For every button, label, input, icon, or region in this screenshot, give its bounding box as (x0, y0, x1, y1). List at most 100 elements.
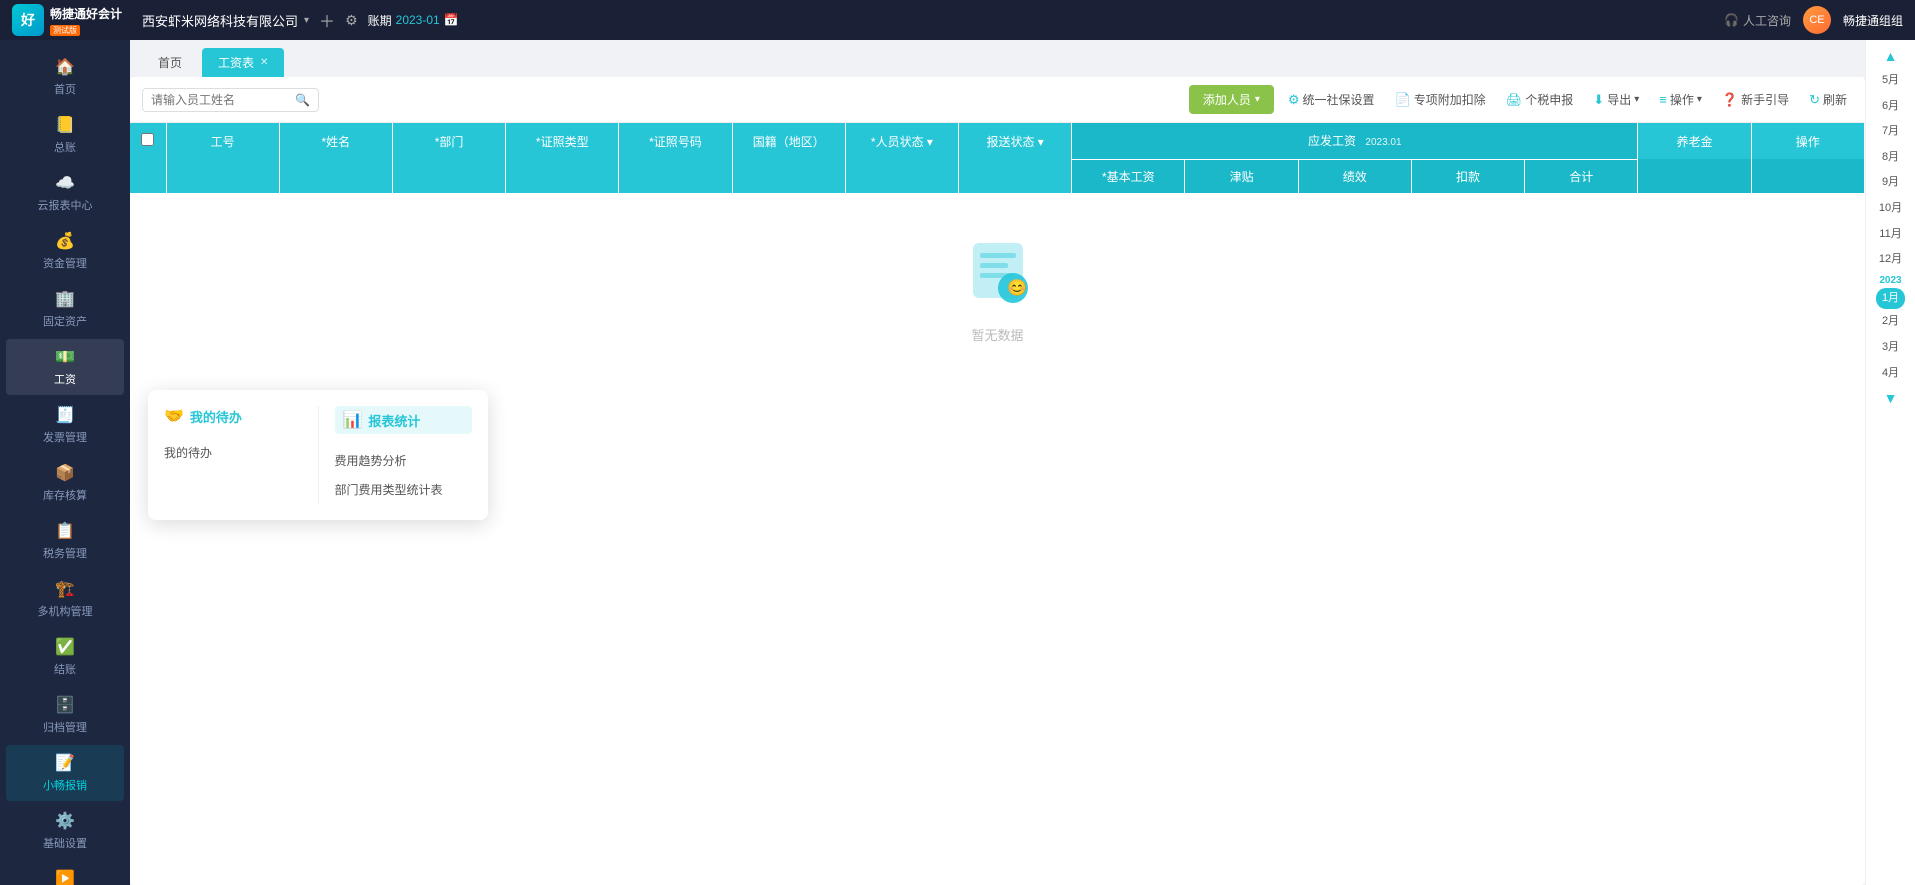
sidebar: 🏠 首页 📒 总账 ☁️ 云报表中心 💰 资金管理 🏢 固定资产 💵 工资 (0, 40, 130, 885)
sidebar-item-new-guide[interactable]: ▶️ 新手引导 (6, 861, 124, 885)
refresh-button[interactable]: ↻ 刷新 (1803, 87, 1853, 112)
dropdown-item-todo[interactable]: 我的待办 (164, 438, 302, 467)
settlement-icon: ✅ (55, 637, 75, 657)
tab-salary[interactable]: 工资表 ✕ (202, 48, 284, 77)
add-person-button[interactable]: 添加人员 ▾ (1189, 85, 1274, 114)
sidebar-item-fund[interactable]: 💰 资金管理 (6, 223, 124, 279)
timeline-month-9[interactable]: 9月 (1880, 170, 1901, 196)
timeline-month-4[interactable]: 4月 (1880, 361, 1901, 387)
sidebar-item-tax[interactable]: 📋 税务管理 (6, 513, 124, 569)
th-operation: 操作 (1751, 123, 1864, 159)
sidebar-item-settlement[interactable]: ✅ 结账 (6, 629, 124, 685)
operation-icon: ≡ (1659, 92, 1667, 107)
th-sub-empty-check (130, 159, 166, 193)
dropdown-col-2: 📊 报表统计 费用趋势分析 部门费用类型统计表 (335, 406, 473, 504)
timeline-panel: ▲ 5月 6月 7月 8月 9月 10月 11月 12月 2023 1月 2月 … (1865, 40, 1915, 885)
select-all-checkbox[interactable] (141, 133, 154, 146)
settings-icon[interactable]: ⚙ (345, 12, 358, 29)
headset-icon: 🎧 (1724, 13, 1739, 27)
sidebar-item-multi-org[interactable]: 🏗️ 多机构管理 (6, 571, 124, 627)
timeline-nav-up[interactable]: ▲ (1880, 44, 1902, 68)
fund-icon: 💰 (55, 231, 75, 251)
empty-state-icon: 😊 (958, 233, 1038, 313)
sidebar-item-xiaochang[interactable]: 📝 小畅报销 (6, 745, 124, 801)
operation-button[interactable]: ≡ 操作 ▾ (1653, 87, 1708, 112)
empty-state: 😊 暂无数据 (130, 193, 1865, 384)
tax-report-button[interactable]: 🖨 个税申报 (1500, 87, 1580, 112)
tax-icon: 📋 (55, 521, 75, 541)
timeline-month-11[interactable]: 11月 (1877, 222, 1903, 248)
search-input[interactable] (151, 93, 291, 107)
sidebar-label-inventory: 库存核算 (43, 487, 87, 503)
dropdown-item-expense-trend[interactable]: 费用趋势分析 (335, 446, 473, 475)
dropdown-item-dept-expense[interactable]: 部门费用类型统计表 (335, 475, 473, 504)
th-nation: 国籍（地区） (732, 123, 845, 159)
timeline-month-10[interactable]: 10月 (1877, 196, 1904, 222)
sidebar-label-invoice: 发票管理 (43, 429, 87, 445)
timeline-month-2[interactable]: 2月 (1880, 309, 1901, 335)
dropdown-col2-title: 📊 报表统计 (335, 406, 473, 434)
company-selector[interactable]: 西安虾米网络科技有限公司 ▾ (142, 11, 309, 30)
period-label: 账期 (368, 12, 392, 29)
timeline-month-5[interactable]: 5月 (1880, 68, 1901, 94)
sidebar-item-inventory[interactable]: 📦 库存核算 (6, 455, 124, 511)
sidebar-item-archive[interactable]: 🗄️ 归档管理 (6, 687, 124, 743)
sidebar-item-salary[interactable]: 💵 工资 (6, 339, 124, 395)
timeline-year-2023: 2023 (1875, 273, 1905, 288)
tab-home[interactable]: 首页 (142, 48, 198, 77)
th-sub-subsidy: 津贴 (1185, 159, 1298, 193)
toolbar: 🔍 添加人员 ▾ ⚙ 统一社保设置 📄 专项附加扣除 (130, 77, 1865, 123)
sidebar-item-home[interactable]: 🏠 首页 (6, 49, 124, 105)
period-info: 账期 2023-01 📅 (368, 12, 459, 29)
todo-icon: 🤝 (164, 406, 184, 426)
th-sub-name (279, 159, 392, 193)
logo-text: 畅捷通好会计 测试版 (50, 5, 122, 36)
guide-icon: ▶️ (55, 869, 75, 885)
xiaochang-dropdown: 🤝 我的待办 我的待办 📊 报表统计 费用趋势分析 部门费用类型统计表 (148, 390, 488, 520)
table-header-row: 工号 *姓名 *部门 *证照类型 *证照号码 国籍（地区） *人员状态 ▾ 报送… (130, 123, 1865, 159)
special-deduction-button[interactable]: 📄 专项附加扣除 (1389, 87, 1492, 112)
add-company-icon[interactable]: ＋ (319, 8, 335, 32)
top-bar-right: 🎧 人工咨询 CE 畅捷通组组 (1724, 6, 1903, 34)
deduction-icon: 📄 (1395, 92, 1411, 108)
timeline-month-12[interactable]: 12月 (1877, 247, 1904, 273)
th-sub-nation (732, 159, 845, 193)
th-sub-pension (1638, 159, 1751, 193)
tab-close-icon[interactable]: ✕ (260, 57, 268, 68)
timeline-month-6[interactable]: 6月 (1880, 94, 1901, 120)
th-sub-performance: 绩效 (1298, 159, 1411, 193)
sidebar-item-cloud-report[interactable]: ☁️ 云报表中心 (6, 165, 124, 221)
timeline-month-8[interactable]: 8月 (1880, 145, 1901, 171)
th-sub-total: 合计 (1525, 159, 1638, 193)
new-guide-button[interactable]: ❓ 新手引导 (1716, 87, 1795, 112)
timeline-nav-down[interactable]: ▼ (1880, 386, 1902, 410)
search-icon[interactable]: 🔍 (295, 93, 310, 107)
dropdown-columns: 🤝 我的待办 我的待办 📊 报表统计 费用趋势分析 部门费用类型统计表 (164, 406, 472, 504)
sidebar-label-tax: 税务管理 (43, 545, 87, 561)
cloud-icon: ☁️ (55, 173, 75, 193)
timeline-month-7[interactable]: 7月 (1880, 119, 1901, 145)
ledger-icon: 📒 (55, 115, 75, 135)
sidebar-item-invoice[interactable]: 🧾 发票管理 (6, 397, 124, 453)
operation-label: 操作 (1670, 91, 1694, 108)
th-sub-deduction: 扣款 (1411, 159, 1524, 193)
export-chevron-icon: ▾ (1634, 94, 1639, 105)
tab-home-label: 首页 (158, 56, 182, 70)
refresh-label: 刷新 (1823, 91, 1847, 108)
calendar-icon[interactable]: 📅 (444, 13, 459, 27)
timeline-month-1[interactable]: 1月 (1876, 288, 1905, 310)
sidebar-item-fixed-assets[interactable]: 🏢 固定资产 (6, 281, 124, 337)
sidebar-item-basic[interactable]: ⚙️ 基础设置 (6, 803, 124, 859)
export-button[interactable]: ⬇ 导出 ▾ (1587, 87, 1645, 112)
th-salary-group: 应发工资 2023.01 (1072, 123, 1638, 159)
th-sub-report-status (959, 159, 1072, 193)
social-insurance-icon: ⚙ (1288, 92, 1300, 108)
social-insurance-button[interactable]: ⚙ 统一社保设置 (1282, 87, 1381, 112)
timeline-month-3[interactable]: 3月 (1880, 335, 1901, 361)
sidebar-label-basic: 基础设置 (43, 835, 87, 851)
sidebar-item-ledger[interactable]: 📒 总账 (6, 107, 124, 163)
support-button[interactable]: 🎧 人工咨询 (1724, 12, 1791, 29)
support-label: 人工咨询 (1743, 12, 1791, 29)
sidebar-label-fixed-assets: 固定资产 (43, 313, 87, 329)
sidebar-label-home: 首页 (54, 81, 76, 97)
